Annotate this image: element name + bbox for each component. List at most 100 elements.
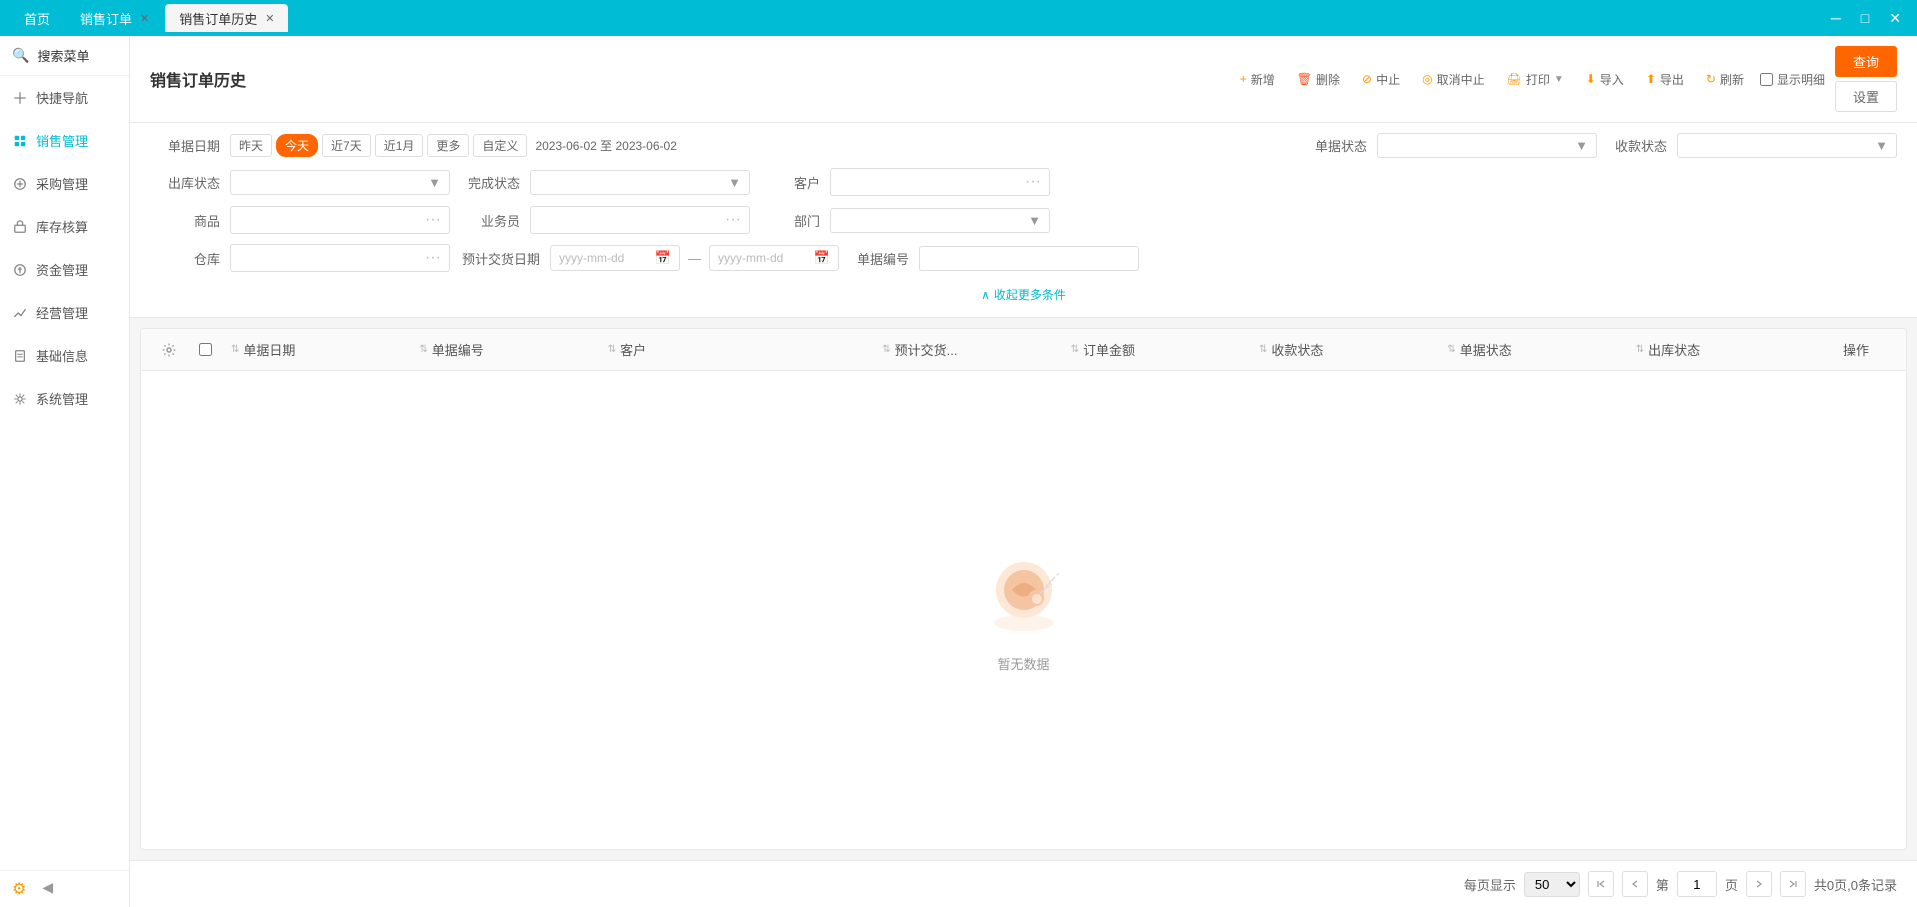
date-end-placeholder: yyyy-mm-dd [718,251,814,265]
setting-button[interactable]: 设置 [1835,81,1897,112]
sidebar-item-finance[interactable]: 资金管理 [0,248,129,291]
warehouse-status-label: 出库状态 [150,173,230,192]
payment-status-label: 收款状态 [1597,136,1677,155]
display-columns-checkbox[interactable]: 显示明细 [1760,71,1825,88]
th-customer-sort-icon: ⇅ [608,344,616,355]
quick-nav-icon [12,90,28,106]
th-warehouse-status[interactable]: ⇅ 出库状态 [1628,340,1816,359]
date-yesterday[interactable]: 昨天 [230,134,272,157]
th-amount[interactable]: ⇅ 订单金额 [1063,340,1251,359]
customer-dots-icon[interactable]: ··· [1025,173,1041,191]
th-bill-no[interactable]: ⇅ 单据编号 [411,340,599,359]
column-settings-icon[interactable] [151,342,187,358]
refresh-button[interactable]: ↻ 刷新 [1700,67,1750,92]
warehouse-status-select[interactable]: ▼ [230,170,450,195]
query-button[interactable]: 查询 [1835,46,1897,77]
add-button[interactable]: + 新增 [1234,67,1281,92]
close-window-btn[interactable]: ✕ [1883,8,1907,29]
print-button[interactable]: 🖨 打印 ▼ [1501,67,1570,92]
maximize-btn[interactable]: □ [1855,8,1875,29]
sidebar-settings-icon[interactable]: ⚙ [12,879,26,899]
date-start-placeholder: yyyy-mm-dd [559,251,655,265]
delete-button[interactable]: 🗑 删除 [1291,67,1346,92]
th-actions: 操作 [1816,340,1896,359]
sidebar-item-basic-info[interactable]: 基础信息 [0,334,129,377]
tab-sales-order[interactable]: 销售订单 ✕ [66,4,163,32]
cancel-stop-button[interactable]: ◎ 取消中止 [1416,67,1491,92]
expected-date-end[interactable]: yyyy-mm-dd 📅 [709,245,839,271]
sidebar-item-operations[interactable]: 经营管理 [0,291,129,334]
warehouse-label: 仓库 [150,249,230,268]
finance-icon [12,262,28,278]
salesperson-input[interactable]: ··· [530,206,750,234]
tab-sales-order-history-label: 销售订单历史 [179,9,257,28]
empty-state: 暂无数据 [974,548,1074,673]
sidebar-collapse-icon[interactable]: ◀ [42,879,53,899]
tab-sales-order-history-close[interactable]: ✕ [265,12,274,25]
tab-sales-order-history[interactable]: 销售订单历史 ✕ [165,4,288,32]
th-customer-label: 客户 [620,340,646,359]
warehouse-input[interactable]: ··· [230,244,450,272]
bill-status-select[interactable]: ▼ [1377,133,1597,158]
th-date[interactable]: ⇅ 单据日期 [223,340,411,359]
minimize-btn[interactable]: ─ [1825,8,1847,29]
cancel-stop-icon: ◎ [1422,72,1432,86]
page-number-input[interactable] [1677,871,1717,897]
sidebar-item-purchase[interactable]: 采购管理 [0,162,129,205]
dept-select[interactable]: ▼ [830,208,1050,233]
last-page-btn[interactable] [1780,871,1806,897]
th-customer[interactable]: ⇅ 客户 [600,340,875,359]
next-page-btn[interactable] [1746,871,1772,897]
stop-label: 中止 [1376,71,1400,88]
sidebar-search[interactable]: 🔍 搜索菜单 [0,36,129,76]
stop-button[interactable]: ⊘ 中止 [1356,67,1406,92]
stop-icon: ⊘ [1362,72,1372,86]
filter-row-3: 商品 ··· 业务员 ··· 部门 ▼ [150,206,1897,234]
collapse-button[interactable]: ∧ 收起更多条件 [150,282,1897,307]
warehouse-dots-icon[interactable]: ··· [425,249,441,267]
date-7days[interactable]: 近7天 [322,134,371,157]
th-expected-date[interactable]: ⇅ 预计交货... [874,340,1062,359]
complete-status-select[interactable]: ▼ [530,170,750,195]
calendar-end-icon[interactable]: 📅 [814,250,830,266]
prev-page-btn[interactable] [1622,871,1648,897]
th-bill-status[interactable]: ⇅ 单据状态 [1439,340,1627,359]
bill-no-input[interactable] [919,246,1139,271]
date-more[interactable]: 更多 [427,134,469,157]
sidebar-item-system[interactable]: 系统管理 [0,377,129,420]
add-label: 新增 [1251,71,1275,88]
date-custom[interactable]: 自定义 [473,134,527,157]
total-records-text: 共0页,0条记录 [1814,875,1897,894]
salesperson-dots-icon[interactable]: ··· [725,211,741,229]
sidebar-item-sales[interactable]: 销售管理 [0,119,129,162]
payment-status-select[interactable]: ▼ [1677,133,1897,158]
date-1month[interactable]: 近1月 [375,134,424,157]
complete-status-label: 完成状态 [450,173,530,192]
delete-label: 删除 [1316,71,1340,88]
page-size-select[interactable]: 50 100 200 [1524,872,1580,897]
date-today[interactable]: 今天 [276,134,318,157]
th-payment-sort-icon: ⇅ [1259,344,1267,355]
export-icon: ⬆ [1646,72,1656,86]
import-button[interactable]: ⬇ 导入 [1580,67,1630,92]
th-payment-status[interactable]: ⇅ 收款状态 [1251,340,1439,359]
payment-status-arrow-icon: ▼ [1875,138,1888,153]
sidebar-item-quick-nav[interactable]: 快捷导航 [0,76,129,119]
expected-date-start[interactable]: yyyy-mm-dd 📅 [550,245,680,271]
goods-input[interactable]: ··· [230,206,450,234]
th-warehouse-sort-icon: ⇅ [1636,344,1644,355]
filter-row-4: 仓库 ··· 预计交货日期 yyyy-mm-dd 📅 — yyyy-mm-dd … [150,244,1897,272]
display-columns-input[interactable] [1760,73,1773,86]
tab-sales-order-close[interactable]: ✕ [140,12,149,25]
calendar-start-icon[interactable]: 📅 [655,250,671,266]
customer-input[interactable]: ··· [830,168,1050,196]
goods-dots-icon[interactable]: ··· [425,211,441,229]
th-amount-sort-icon: ⇅ [1071,344,1079,355]
collapse-up-icon: ∧ [981,288,990,302]
tab-home[interactable]: 首页 [10,4,64,32]
export-button[interactable]: ⬆ 导出 [1640,67,1690,92]
sidebar-item-inventory[interactable]: 库存核算 [0,205,129,248]
first-page-btn[interactable] [1588,871,1614,897]
import-icon: ⬇ [1586,72,1596,86]
select-all-checkbox[interactable] [187,343,223,356]
